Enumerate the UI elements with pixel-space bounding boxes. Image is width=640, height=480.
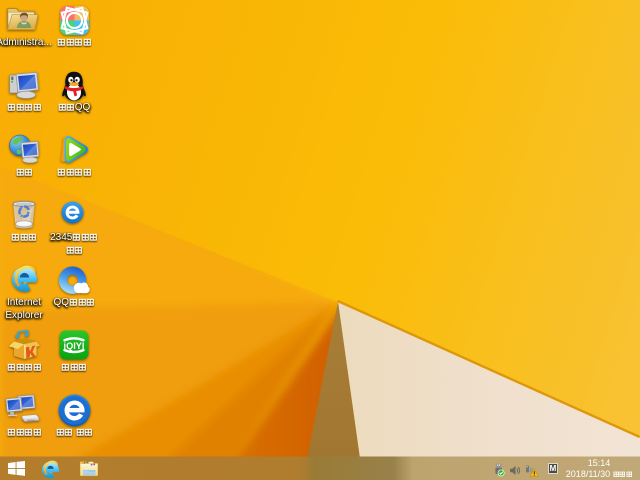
svg-text:iQIYI: iQIYI: [64, 340, 85, 350]
